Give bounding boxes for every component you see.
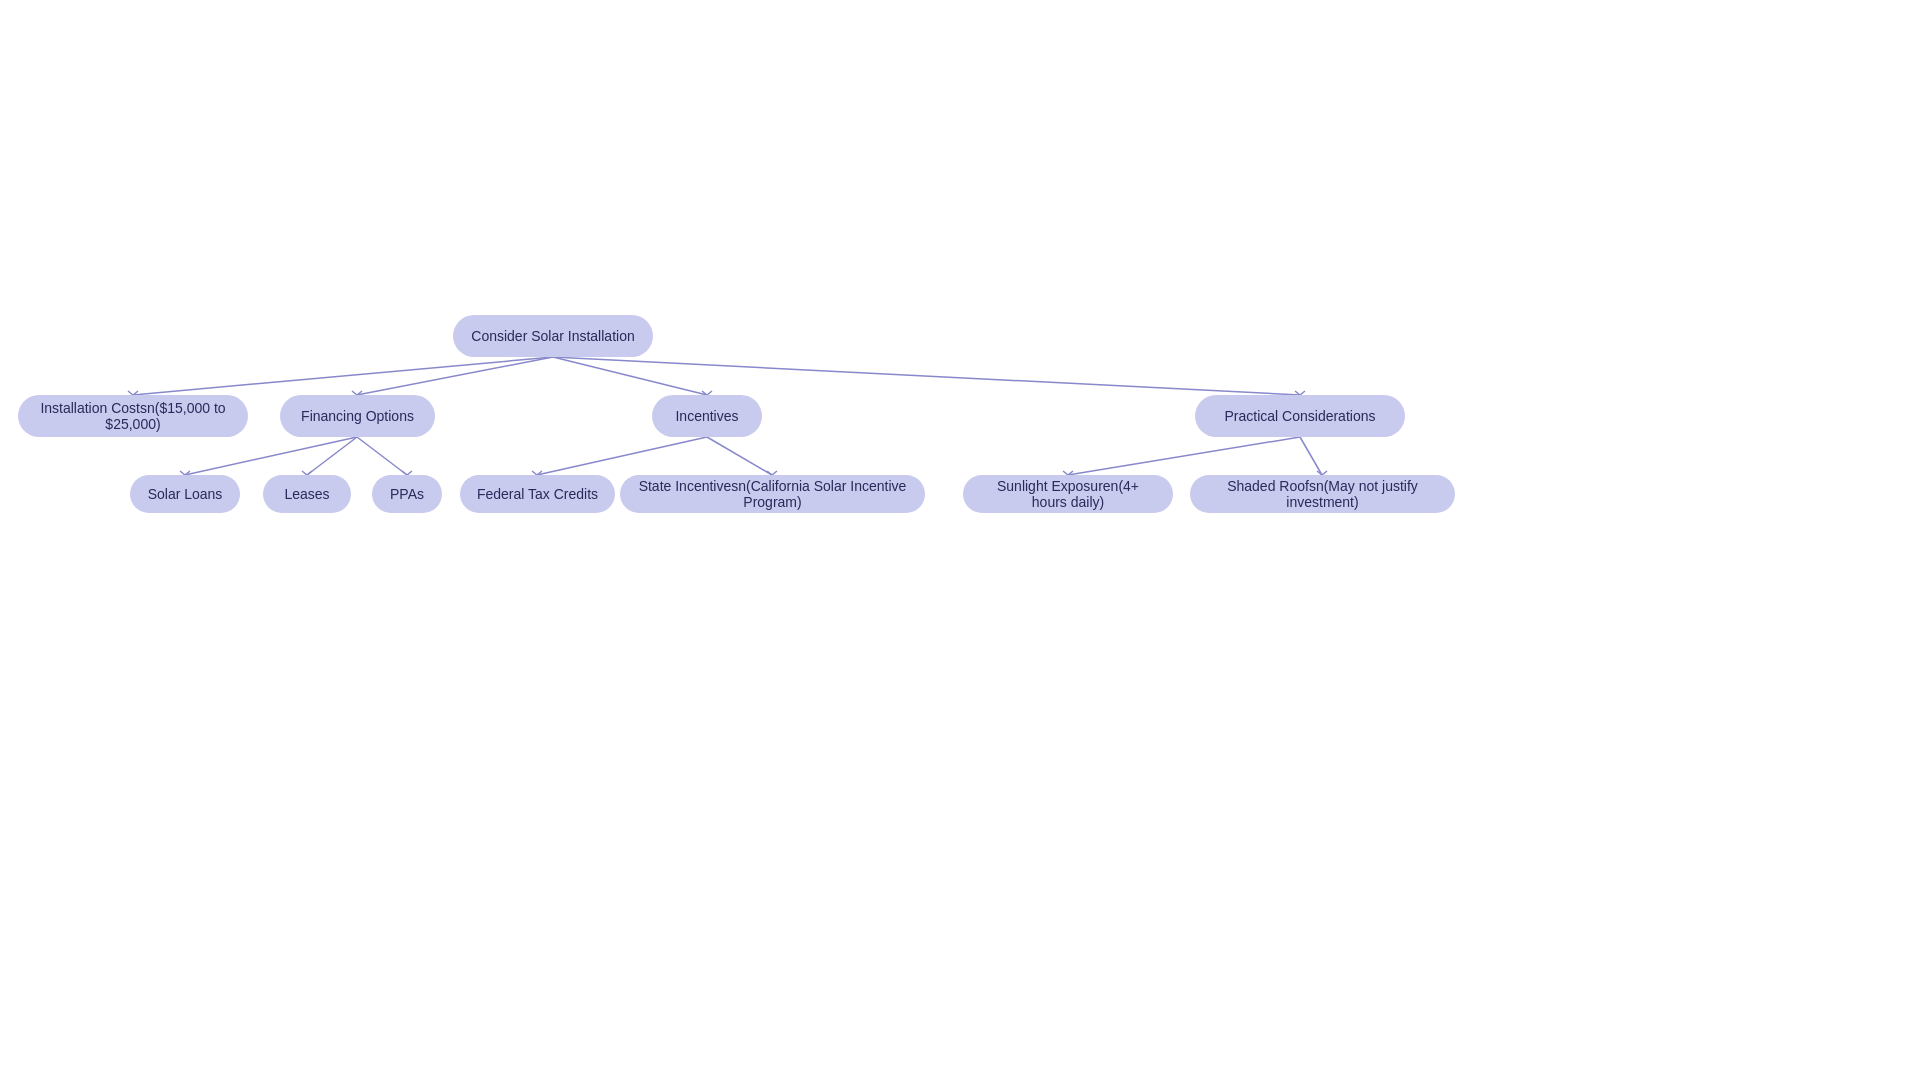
practical-considerations-node: Practical Considerations — [1195, 395, 1405, 437]
svg-line-1 — [357, 357, 553, 395]
svg-line-0 — [133, 357, 553, 395]
federal-tax-credits-node: Federal Tax Credits — [460, 475, 615, 513]
solar-loans-label: Solar Loans — [148, 486, 223, 502]
installation-costs-label: Installation Costsn($15,000 to $25,000) — [34, 400, 232, 432]
incentives-label: Incentives — [675, 408, 738, 424]
svg-line-2 — [553, 357, 707, 395]
incentives-node: Incentives — [652, 395, 762, 437]
svg-line-10 — [1300, 437, 1322, 475]
svg-line-4 — [185, 437, 357, 475]
svg-line-6 — [357, 437, 407, 475]
sunlight-exposure-label: Sunlight Exposuren(4+ hours daily) — [979, 478, 1157, 510]
shaded-roofs-label: Shaded Roofsn(May not justify investment… — [1206, 478, 1439, 510]
mindmap-container: Consider Solar Installation Installation… — [0, 0, 1920, 1083]
svg-line-3 — [553, 357, 1300, 395]
ppas-node: PPAs — [372, 475, 442, 513]
financing-options-node: Financing Options — [280, 395, 435, 437]
shaded-roofs-node: Shaded Roofsn(May not justify investment… — [1190, 475, 1455, 513]
leases-node: Leases — [263, 475, 351, 513]
root-label: Consider Solar Installation — [471, 328, 634, 344]
financing-options-label: Financing Options — [301, 408, 414, 424]
practical-considerations-label: Practical Considerations — [1225, 408, 1376, 424]
svg-line-9 — [1068, 437, 1300, 475]
svg-line-7 — [537, 437, 707, 475]
root-node: Consider Solar Installation — [453, 315, 653, 357]
connections-svg — [0, 0, 1920, 1083]
svg-line-8 — [707, 437, 772, 475]
svg-line-5 — [307, 437, 357, 475]
sunlight-exposure-node: Sunlight Exposuren(4+ hours daily) — [963, 475, 1173, 513]
leases-label: Leases — [284, 486, 329, 502]
state-incentives-label: State Incentivesn(California Solar Incen… — [636, 478, 909, 510]
solar-loans-node: Solar Loans — [130, 475, 240, 513]
state-incentives-node: State Incentivesn(California Solar Incen… — [620, 475, 925, 513]
federal-tax-credits-label: Federal Tax Credits — [477, 486, 598, 502]
installation-costs-node: Installation Costsn($15,000 to $25,000) — [18, 395, 248, 437]
ppas-label: PPAs — [390, 486, 424, 502]
